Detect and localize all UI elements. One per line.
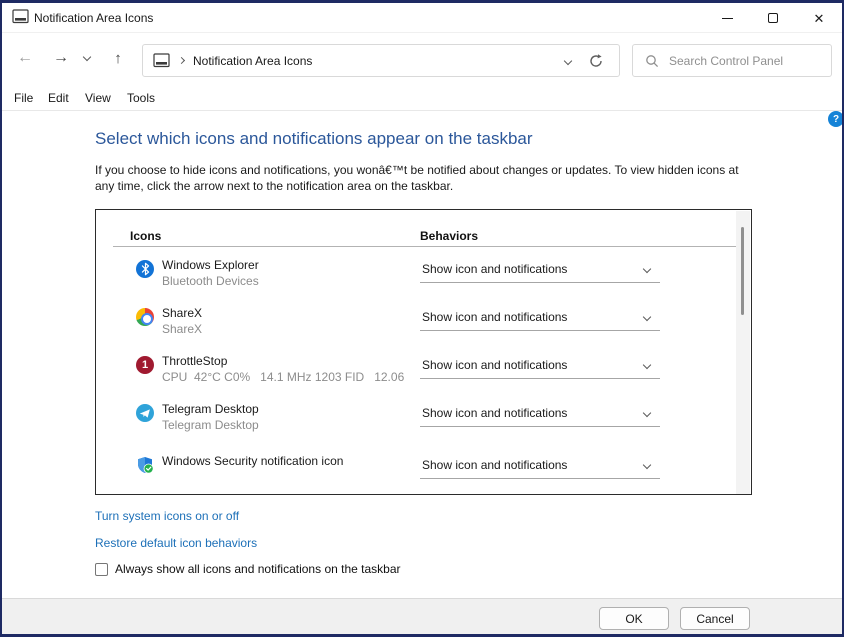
chevron-down-icon	[643, 409, 651, 417]
search-box	[632, 44, 832, 77]
scrollbar-thumb[interactable]	[741, 227, 744, 315]
item-subtitle: Telegram Desktop	[162, 418, 259, 432]
chevron-down-icon	[643, 461, 651, 469]
breadcrumb[interactable]: Notification Area Icons	[193, 54, 312, 68]
maximize-button[interactable]	[750, 3, 796, 33]
table-row: Windows Security notification icon Show …	[96, 454, 753, 494]
window-controls: ✕	[704, 3, 842, 33]
cancel-button[interactable]: Cancel	[680, 607, 750, 630]
chevron-down-icon	[643, 361, 651, 369]
notification-area-icons-window: Notification Area Icons ✕ ← → ↑ Notifica…	[0, 0, 844, 637]
back-icon: ←	[17, 49, 33, 67]
ok-button[interactable]: OK	[599, 607, 669, 630]
window-app-icon	[12, 9, 29, 27]
forward-icon: →	[53, 49, 69, 67]
address-dropdown-icon[interactable]	[564, 57, 572, 65]
menu-tools[interactable]: Tools	[127, 91, 155, 105]
behavior-dropdown[interactable]: Show icon and notifications	[420, 455, 660, 479]
address-bar[interactable]: Notification Area Icons	[142, 44, 620, 77]
telegram-icon	[136, 404, 154, 422]
page-description: If you choose to hide icons and notifica…	[95, 163, 751, 194]
maximize-icon	[768, 13, 778, 23]
minimize-icon	[722, 18, 733, 19]
up-icon: ↑	[114, 50, 122, 67]
minimize-button[interactable]	[704, 3, 750, 33]
sharex-icon	[136, 308, 154, 326]
chevron-down-icon	[643, 313, 651, 321]
throttlestop-icon: 1	[136, 356, 154, 374]
item-name: ThrottleStop	[162, 354, 227, 368]
help-button[interactable]: ?	[828, 111, 844, 127]
column-header-behaviors: Behaviors	[420, 229, 478, 243]
recent-pages-dropdown[interactable]	[83, 53, 91, 61]
back-button[interactable]: ←	[10, 43, 40, 73]
chevron-down-icon	[643, 265, 651, 273]
item-name: Windows Explorer	[162, 258, 259, 272]
restore-defaults-link[interactable]: Restore default icon behaviors	[95, 536, 257, 550]
help-icon: ?	[833, 114, 839, 125]
footer-bar: OK Cancel	[2, 598, 842, 634]
search-icon	[645, 54, 659, 68]
item-subtitle: Bluetooth Devices	[162, 274, 259, 288]
turn-system-icons-link[interactable]: Turn system icons on or off	[95, 509, 239, 523]
icons-behaviors-list: Icons Behaviors Windows Explorer Bluetoo…	[95, 209, 752, 495]
item-name: ShareX	[162, 306, 202, 320]
menu-view[interactable]: View	[85, 91, 111, 105]
page-title: Select which icons and notifications app…	[95, 129, 533, 149]
checkbox-label: Always show all icons and notifications …	[115, 562, 401, 576]
close-icon: ✕	[814, 12, 825, 25]
header-divider	[113, 246, 737, 247]
always-show-checkbox-row: Always show all icons and notifications …	[95, 562, 401, 576]
windows-security-icon	[136, 456, 154, 474]
search-input[interactable]	[669, 45, 827, 76]
item-subtitle: ShareX	[162, 322, 202, 336]
table-row: 1 ThrottleStop CPU 42°C C0% 14.1 MHz 120…	[96, 354, 753, 394]
item-name: Windows Security notification icon	[162, 454, 343, 468]
behavior-dropdown[interactable]: Show icon and notifications	[420, 355, 660, 379]
menu-file[interactable]: File	[14, 91, 33, 105]
title-bar: Notification Area Icons ✕	[2, 3, 842, 33]
behavior-dropdown[interactable]: Show icon and notifications	[420, 307, 660, 331]
column-header-icons: Icons	[130, 229, 161, 243]
list-scrollbar[interactable]	[736, 211, 750, 494]
control-panel-icon	[153, 53, 170, 71]
bluetooth-icon	[136, 260, 154, 278]
item-subtitle: CPU 42°C C0% 14.1 MHz 1203 FID 12.06	[162, 370, 404, 384]
menu-bar: File Edit View Tools	[2, 85, 842, 111]
close-button[interactable]: ✕	[796, 3, 842, 33]
table-row: Telegram Desktop Telegram Desktop Show i…	[96, 402, 753, 442]
window-title: Notification Area Icons	[34, 11, 153, 25]
behavior-dropdown[interactable]: Show icon and notifications	[420, 259, 660, 283]
table-row: Windows Explorer Bluetooth Devices Show …	[96, 258, 753, 298]
forward-button[interactable]: →	[46, 43, 76, 73]
table-row: ShareX ShareX Show icon and notification…	[96, 306, 753, 346]
item-name: Telegram Desktop	[162, 402, 259, 416]
behavior-dropdown[interactable]: Show icon and notifications	[420, 403, 660, 427]
breadcrumb-separator-icon	[178, 57, 185, 64]
always-show-checkbox[interactable]	[95, 563, 108, 576]
navigation-bar: ← → ↑ Notification Area Icons	[2, 34, 842, 85]
menu-edit[interactable]: Edit	[48, 91, 69, 105]
refresh-icon[interactable]	[587, 52, 605, 73]
up-button[interactable]: ↑	[103, 43, 133, 73]
